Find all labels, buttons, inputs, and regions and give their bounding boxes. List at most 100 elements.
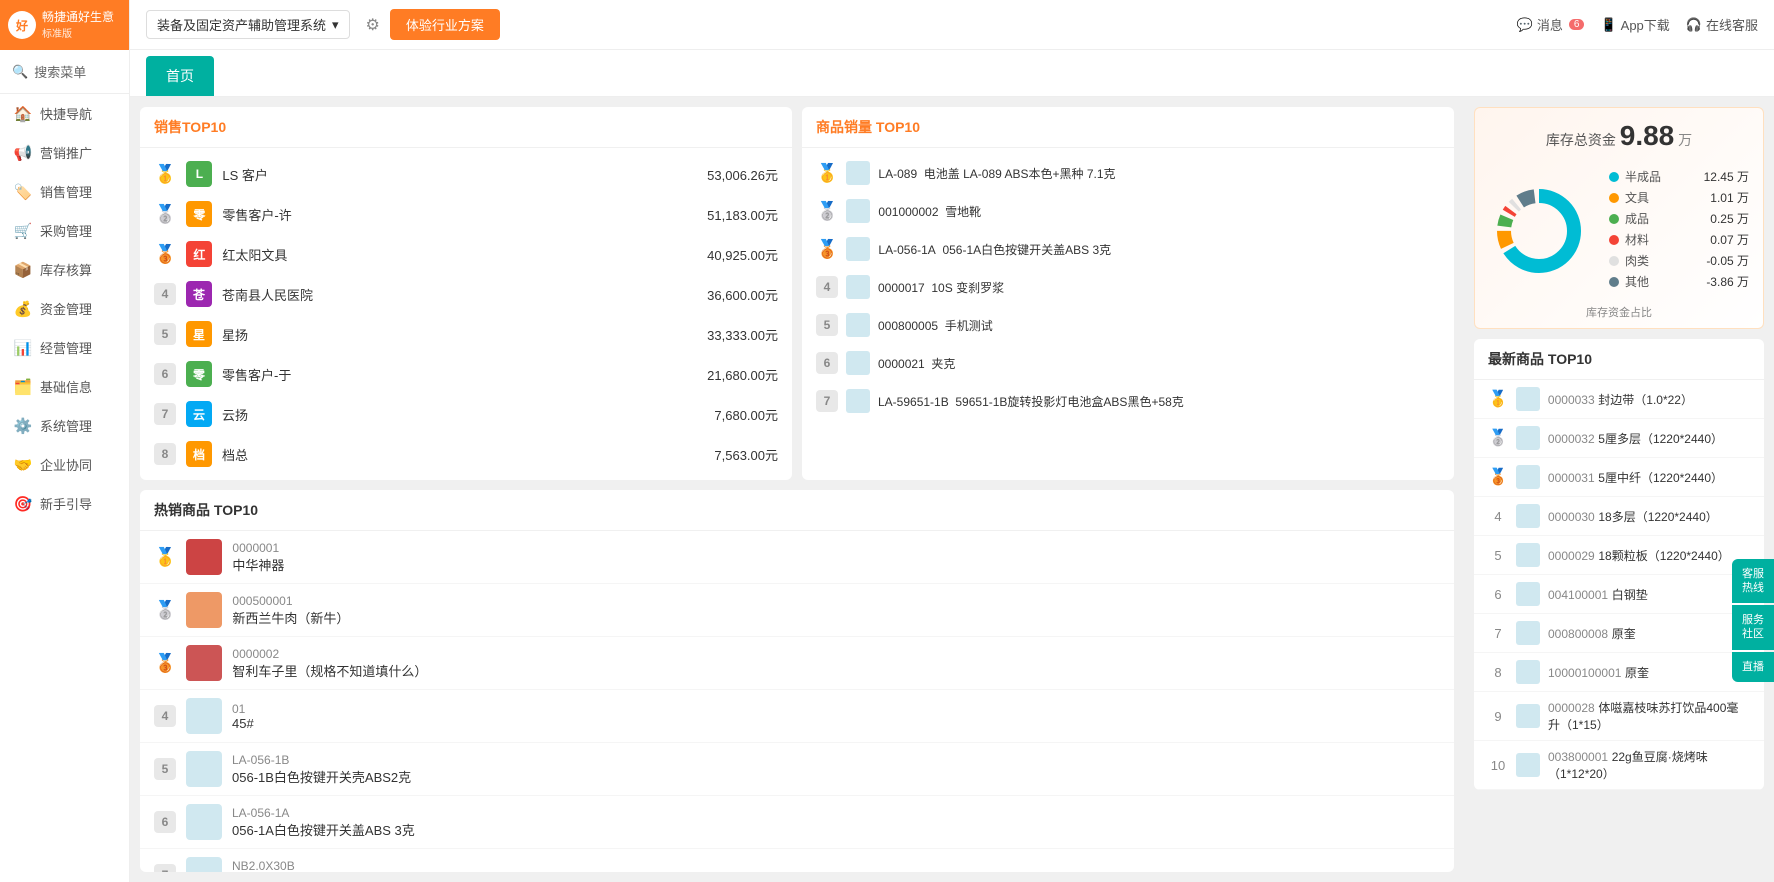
- float-button-group: 客服热线 服务社区 直播: [1732, 559, 1774, 682]
- rank-item: 🥈 零 零售客户-许 51,183.00元: [140, 194, 792, 234]
- new-product-info: 004100001 白钢垫: [1548, 586, 1648, 603]
- product-info: 000800005 手机测试: [878, 317, 993, 334]
- panel-right: 库存总资金 9.88 万 半成品 12.45 万 文具 1.01 万 成品 0.…: [1464, 97, 1774, 882]
- legend-value: 0.25 万: [1710, 210, 1749, 227]
- basicinfo-icon: 🗂️: [14, 378, 32, 396]
- rank-number: 4: [154, 705, 176, 727]
- list-item: 6 LA-056-1A 056-1A白色按键开关盖ABS 3克: [140, 796, 1454, 849]
- sidebar-item-system[interactable]: ⚙️ 系统管理: [0, 406, 129, 445]
- product-icon: [1516, 387, 1540, 411]
- sidebar-item-inventory[interactable]: 📦 库存核算: [0, 250, 129, 289]
- customer-name: 云扬: [222, 405, 704, 424]
- legend-item: 其他 -3.86 万: [1609, 273, 1749, 290]
- app-download-button[interactable]: 📱 App下载: [1600, 15, 1669, 34]
- customer-name: 红太阳文具: [222, 245, 697, 264]
- sidebar: 好 畅捷通好生意 标准版 🔍 搜索菜单 🏠 快捷导航 📢 营销推广 🏷️ 销售管…: [0, 0, 130, 882]
- product-thumb-small: [846, 351, 870, 375]
- customer-value: 7,563.00元: [714, 445, 778, 464]
- rank-item: 5 000800005 手机测试: [802, 306, 1454, 344]
- sidebar-logo: 好 畅捷通好生意 标准版: [0, 0, 129, 50]
- product-info: 000500001 新西兰牛肉（新牛）: [232, 594, 1440, 627]
- collab-icon: 🤝: [14, 456, 32, 474]
- customer-name: 苍南县人民医院: [222, 285, 697, 304]
- gold-medal-icon: 🥇: [154, 164, 176, 185]
- list-item: 🥉 0000031 5厘中纤（1220*2440）: [1474, 458, 1764, 497]
- legend-value: 12.45 万: [1704, 168, 1749, 185]
- product-icon: [1516, 660, 1540, 684]
- product-code: 000800008: [1548, 627, 1608, 641]
- legend-label: 材料: [1625, 231, 1704, 248]
- rank-item: 6 零 零售客户-于 21,680.00元: [140, 354, 792, 394]
- sidebar-item-marketing[interactable]: 📢 营销推广: [0, 133, 129, 172]
- legend-label: 肉类: [1625, 252, 1700, 269]
- rank-number: 7: [1488, 626, 1508, 641]
- customer-value: 33,333.00元: [707, 325, 778, 344]
- list-item: 🥇 0000033 封边带（1.0*22）: [1474, 380, 1764, 419]
- sidebar-item-guide[interactable]: 🎯 新手引导: [0, 484, 129, 523]
- search-menu-button[interactable]: 🔍 搜索菜单: [8, 58, 121, 85]
- marketing-icon: 📢: [14, 144, 32, 162]
- rank-item: 7 云 云扬 7,680.00元: [140, 394, 792, 434]
- silver-medal-icon: 🥈: [154, 204, 176, 225]
- sidebar-item-sales[interactable]: 🏷️ 销售管理: [0, 172, 129, 211]
- product-name: 45#: [232, 716, 1440, 731]
- sidebar-item-home[interactable]: 🏠 快捷导航: [0, 94, 129, 133]
- product-rank-card: 商品销量 TOP10 🥇 LA-089 电池盖 LA-089 ABS本色+黑种 …: [802, 107, 1454, 480]
- page-tabs: 首页: [130, 50, 1774, 97]
- tab-home[interactable]: 首页: [146, 56, 214, 96]
- online-service-button[interactable]: 🎧 在线客服: [1686, 15, 1758, 34]
- settings-icon[interactable]: ⚙: [366, 15, 380, 35]
- system-select[interactable]: 装备及固定资产辅助管理系统 ▾: [146, 10, 350, 39]
- system-icon: ⚙️: [14, 417, 32, 435]
- hot-products-header: 热销商品 TOP10: [140, 490, 1454, 531]
- customer-value: 53,006.26元: [707, 165, 778, 184]
- rank-number: 9: [1488, 709, 1508, 724]
- list-item: 🥉 0000002 智利车子里（规格不知道填什么）: [140, 637, 1454, 690]
- product-icon: [1516, 426, 1540, 450]
- rank-number: 4: [816, 276, 838, 298]
- sidebar-item-operations[interactable]: 📊 经营管理: [0, 328, 129, 367]
- product-thumbnail: [186, 592, 222, 628]
- product-thumb-small: [846, 313, 870, 337]
- top-row: 销售TOP10 🥇 L LS 客户 53,006.26元 🥈 零 零售客户-许 …: [140, 107, 1454, 480]
- rank-item: 🥉 LA-056-1A 056-1A白色按键开关盖ABS 3克: [802, 230, 1454, 268]
- customer-value: 7,680.00元: [714, 405, 778, 424]
- rank-number: 5: [816, 314, 838, 336]
- inventory-icon: 📦: [14, 261, 32, 279]
- product-name: 5厘多层（1220*2440）: [1598, 432, 1723, 446]
- product-info: LA-056-1B 056-1B白色按键开关壳ABS2克: [232, 753, 1440, 786]
- product-icon: [1516, 465, 1540, 489]
- rank-item: 🥇 L LS 客户 53,006.26元: [140, 154, 792, 194]
- product-code: 000500001: [232, 594, 1440, 608]
- float-btn-live[interactable]: 直播: [1732, 652, 1774, 682]
- customer-name: LS 客户: [222, 165, 697, 184]
- bronze-medal-icon: 🥉: [1488, 467, 1508, 487]
- list-item: 9 0000028 体嗞嘉枝味苏打饮品400毫升（1*15）: [1474, 692, 1764, 741]
- product-icon: [1516, 704, 1540, 728]
- rank-item: 7 LA-59651-1B 59651-1B旋转投影灯电池盒ABS黑色+58克: [802, 382, 1454, 420]
- float-btn-service[interactable]: 客服热线: [1732, 559, 1774, 604]
- float-btn-community[interactable]: 服务社区: [1732, 605, 1774, 650]
- rank-number: 5: [154, 323, 176, 345]
- search-icon: 🔍: [12, 64, 28, 80]
- bronze-medal-icon: 🥉: [154, 244, 176, 265]
- sidebar-item-basic-info[interactable]: 🗂️ 基础信息: [0, 367, 129, 406]
- legend-item: 半成品 12.45 万: [1609, 168, 1749, 185]
- sidebar-item-finance[interactable]: 💰 资金管理: [0, 289, 129, 328]
- legend-dot: [1609, 235, 1619, 245]
- guide-icon: 🎯: [14, 495, 32, 513]
- list-item: 8 10000100001 原奎: [1474, 653, 1764, 692]
- sidebar-item-purchase[interactable]: 🛒 采购管理: [0, 211, 129, 250]
- customer-value: 51,183.00元: [707, 205, 778, 224]
- trial-button[interactable]: 体验行业方案: [390, 9, 500, 40]
- rank-number: 6: [816, 352, 838, 374]
- customer-name: 档总: [222, 445, 704, 464]
- rank-item: 🥇 LA-089 电池盖 LA-089 ABS本色+黑种 7.1克: [802, 154, 1454, 192]
- product-info: 0000017 10S 变刹罗浆: [878, 279, 1004, 296]
- new-product-info: 0000031 5厘中纤（1220*2440）: [1548, 469, 1723, 486]
- rank-number: 5: [154, 758, 176, 780]
- sidebar-item-collab[interactable]: 🤝 企业协同: [0, 445, 129, 484]
- product-thumb-small: [846, 237, 870, 261]
- message-button[interactable]: 💬 消息 6: [1517, 15, 1585, 34]
- product-code: 0000029: [1548, 549, 1595, 563]
